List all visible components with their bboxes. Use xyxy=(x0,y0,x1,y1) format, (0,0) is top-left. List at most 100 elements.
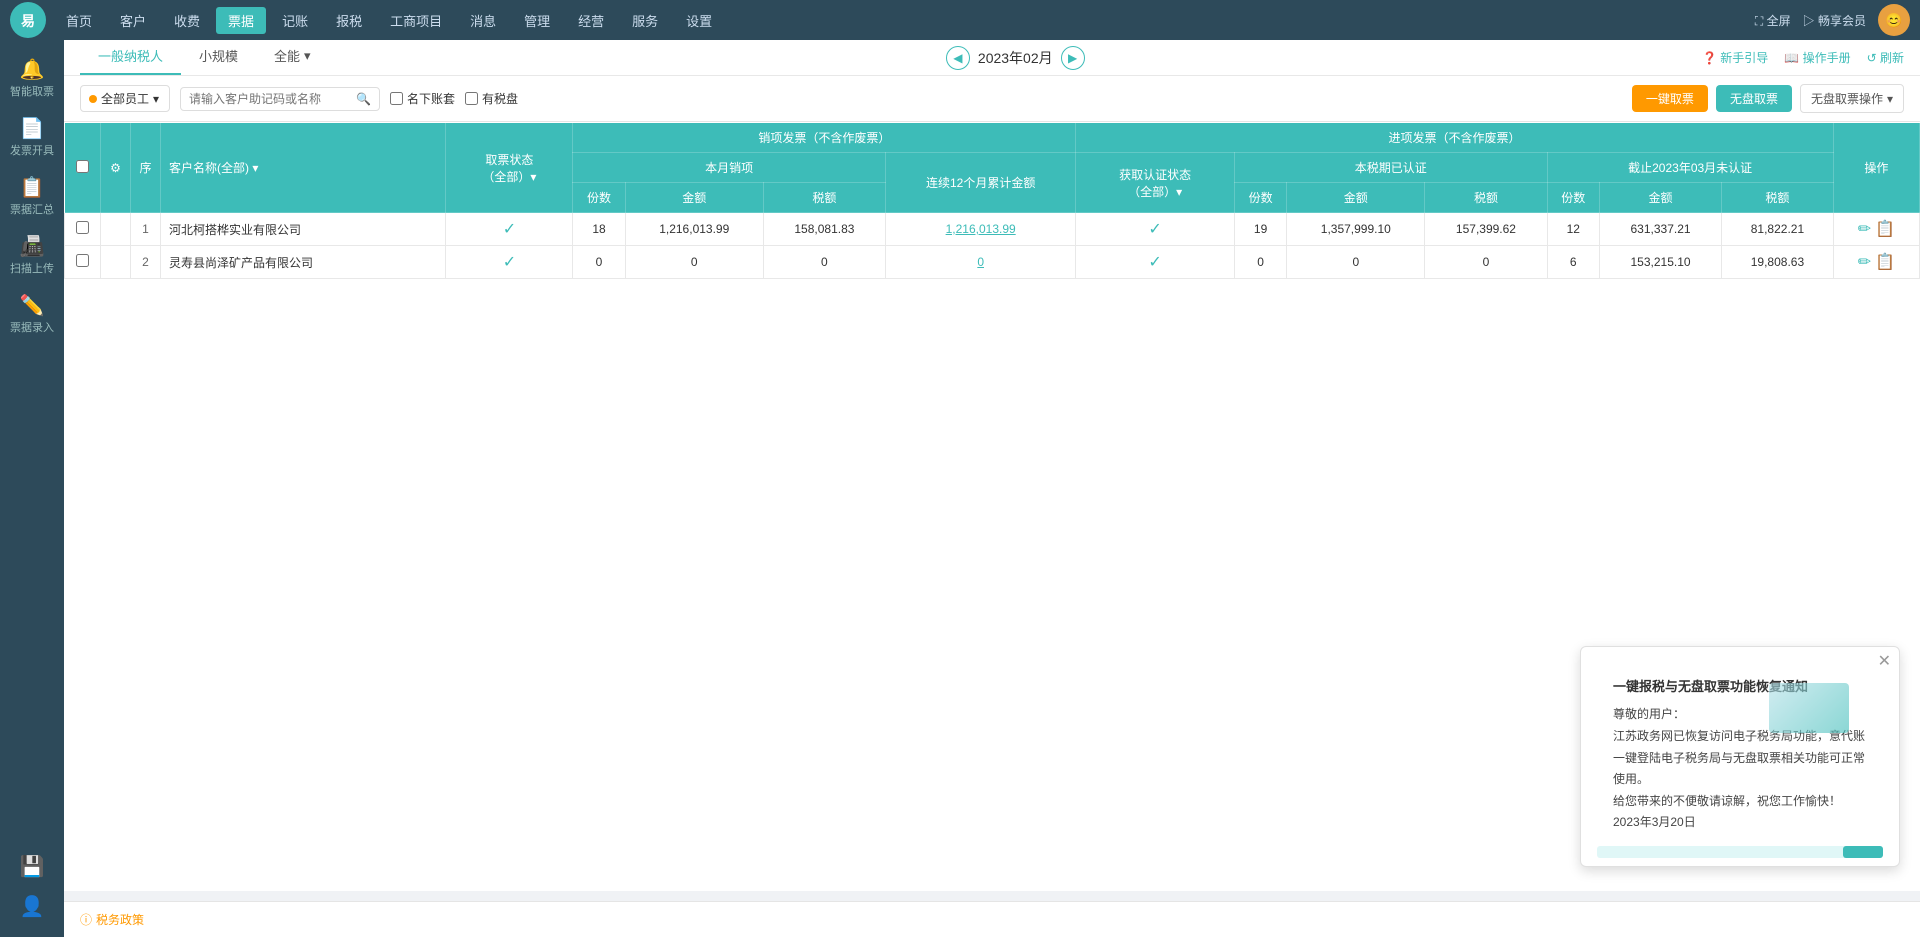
row1-purchase-uncert-tax: 81,822.21 xyxy=(1722,213,1834,246)
nav-manage[interactable]: 管理 xyxy=(512,7,562,34)
tax-policy-btn[interactable]: ⓘ 税务政策 xyxy=(80,911,144,928)
notification-header: ✕ xyxy=(1581,647,1899,675)
nav-service[interactable]: 服务 xyxy=(620,7,670,34)
notification-scrollbar[interactable] xyxy=(1843,846,1883,858)
row2-view-icon[interactable]: 📋 xyxy=(1875,252,1895,272)
sidebar-user[interactable]: 👤 xyxy=(4,889,60,925)
row2-fetch-status: ✓ xyxy=(446,246,573,279)
th-settings[interactable]: ⚙ xyxy=(101,123,131,213)
row1-purchase-current-tax: 157,399.62 xyxy=(1425,213,1547,246)
th-purchase-fetch-status[interactable]: 获取认证状态（全部）▾ xyxy=(1076,153,1235,213)
table-header-group: ⚙ 序 客户名称(全部) ▾ 取票状态（全部）▾ 销项发票（不含作废票） 进项发… xyxy=(65,123,1920,153)
row1-no: 1 xyxy=(131,213,161,246)
th-purchase-invoice-group: 进项发票（不含作废票） xyxy=(1076,123,1833,153)
no-disk-ops-btn[interactable]: 无盘取票操作 ▾ xyxy=(1800,84,1904,113)
row1-purchase-current-shares: 19 xyxy=(1234,213,1286,246)
row1-view-icon[interactable]: 📋 xyxy=(1875,219,1895,239)
sidebar-item-invoice-summary[interactable]: 📋 票据汇总 xyxy=(4,170,60,225)
manual-icon: 📖 xyxy=(1784,51,1799,65)
th-operations: 操作 xyxy=(1833,123,1919,213)
notification-content: 江苏政务网已恢复访问电子税务局功能，意代账一键登陆电子税务局与无盘取票相关功能可… xyxy=(1613,726,1867,791)
controls-right: 一键取票 无盘取票 无盘取票操作 ▾ xyxy=(1632,84,1904,113)
row1-sales-amount: 1,216,013.99 xyxy=(625,213,763,246)
row2-select[interactable] xyxy=(76,254,89,267)
svg-text:易: 易 xyxy=(21,13,35,29)
has-tax-disk-label[interactable]: 有税盘 xyxy=(465,90,518,107)
search-input[interactable] xyxy=(189,92,352,106)
nav-home[interactable]: 首页 xyxy=(54,7,104,34)
next-month-btn[interactable]: ▶ xyxy=(1061,46,1085,70)
nav-business[interactable]: 工商项目 xyxy=(378,7,454,34)
sidebar-download[interactable]: 💾 xyxy=(4,849,60,885)
sidebar-item-invoice-open[interactable]: 📄 发票开具 xyxy=(4,111,60,166)
new-guide-btn[interactable]: ❓ 新手引导 xyxy=(1702,49,1768,66)
tab-all-dropdown-icon: ▾ xyxy=(304,48,311,64)
refresh-btn[interactable]: ↺ 刷新 xyxy=(1867,49,1904,66)
current-date-label: 2023年02月 xyxy=(978,48,1053,68)
sidebar-item-scan-upload[interactable]: 📠 扫描上传 xyxy=(4,229,60,284)
row1-edit-icon[interactable]: ✏ xyxy=(1858,219,1871,239)
notification-close-btn[interactable]: ✕ xyxy=(1878,651,1891,671)
select-all-checkbox[interactable] xyxy=(76,160,89,173)
download-icon: 💾 xyxy=(20,857,45,877)
prev-month-btn[interactable]: ◀ xyxy=(946,46,970,70)
invoice-summary-icon: 📋 xyxy=(20,178,45,198)
employee-label: 全部员工 xyxy=(101,90,149,107)
th-consecutive-12: 连续12个月累计金额 xyxy=(886,153,1076,213)
row2-company[interactable]: 灵寿县尚泽矿产品有限公司 xyxy=(161,246,446,279)
row2-edit-icon[interactable]: ✏ xyxy=(1858,252,1871,272)
invoice-entry-icon: ✏️ xyxy=(20,296,45,316)
member-btn[interactable]: ▷ 畅享会员 xyxy=(1803,12,1866,29)
row2-sales-amount: 0 xyxy=(625,246,763,279)
row1-actions: ✏ 📋 xyxy=(1833,213,1919,246)
tab-general-taxpayer[interactable]: 一般纳税人 xyxy=(80,40,181,75)
app-logo[interactable]: 易 xyxy=(10,2,46,38)
sidebar-item-invoice-entry[interactable]: ✏️ 票据录入 xyxy=(4,288,60,343)
row2-purchase-fetch-status: ✓ xyxy=(1076,246,1235,279)
row1-sales-tax: 158,081.83 xyxy=(763,213,885,246)
th-current-month-sales: 本月销项 xyxy=(573,153,886,183)
no-disk-fetch-btn[interactable]: 无盘取票 xyxy=(1716,85,1792,112)
row2-consecutive-12[interactable]: 0 xyxy=(886,246,1076,279)
nav-fee[interactable]: 收费 xyxy=(162,7,212,34)
one-click-fetch-btn[interactable]: 一键取票 xyxy=(1632,85,1708,112)
th-sales-tax: 税额 xyxy=(763,183,885,213)
tab-small-scale[interactable]: 小规模 xyxy=(181,40,256,75)
nav-message[interactable]: 消息 xyxy=(458,7,508,34)
fullscreen-btn[interactable]: ⛶ 全屏 xyxy=(1755,12,1791,29)
row1-checkbox[interactable] xyxy=(65,213,101,246)
nav-bookkeeping[interactable]: 记账 xyxy=(270,7,320,34)
th-sales-amount: 金额 xyxy=(625,183,763,213)
tab-header-right: ❓ 新手引导 📖 操作手册 ↺ 刷新 xyxy=(1702,49,1904,66)
sidebar-item-invoice-summary-label: 票据汇总 xyxy=(10,201,54,217)
th-fetch-status[interactable]: 取票状态（全部）▾ xyxy=(446,123,573,213)
nav-customer[interactable]: 客户 xyxy=(108,7,158,34)
row1-purchase-fetch-status: ✓ xyxy=(1076,213,1235,246)
check-account-label[interactable]: 名下账套 xyxy=(390,90,455,107)
th-purchase-current-shares: 份数 xyxy=(1234,183,1286,213)
search-icon[interactable]: 🔍 xyxy=(356,92,371,106)
has-tax-disk-checkbox[interactable] xyxy=(465,92,478,105)
th-sales-invoice-group: 销项发票（不含作废票） xyxy=(573,123,1076,153)
nav-operations[interactable]: 经营 xyxy=(566,7,616,34)
row1-company[interactable]: 河北柯搭桦实业有限公司 xyxy=(161,213,446,246)
row1-select[interactable] xyxy=(76,221,89,234)
row1-fetch-check-icon: ✓ xyxy=(503,221,516,238)
check-account-checkbox[interactable] xyxy=(390,92,403,105)
guide-icon: ❓ xyxy=(1702,51,1717,65)
row1-purchase-uncert-amount: 631,337.21 xyxy=(1599,213,1721,246)
nav-invoice[interactable]: 票据 xyxy=(216,7,266,34)
row1-consecutive-12[interactable]: 1,216,013.99 xyxy=(886,213,1076,246)
row2-checkbox[interactable] xyxy=(65,246,101,279)
th-company[interactable]: 客户名称(全部) ▾ xyxy=(161,123,446,213)
row1-purchase-check-icon: ✓ xyxy=(1148,221,1161,238)
sidebar-item-invoice-open-label: 发票开具 xyxy=(10,142,54,158)
sidebar-item-smart-fetch[interactable]: 🔔 智能取票 xyxy=(4,52,60,107)
manual-btn[interactable]: 📖 操作手册 xyxy=(1784,49,1850,66)
nav-settings[interactable]: 设置 xyxy=(674,7,724,34)
employee-select[interactable]: 全部员工 ▾ xyxy=(80,85,170,112)
user-avatar[interactable]: 😊 xyxy=(1878,4,1910,36)
nav-tax[interactable]: 报税 xyxy=(324,7,374,34)
tab-all[interactable]: 全能 ▾ xyxy=(256,40,329,75)
nav-menu: 首页 客户 收费 票据 记账 报税 工商项目 消息 管理 经营 服务 设置 xyxy=(54,7,1755,34)
